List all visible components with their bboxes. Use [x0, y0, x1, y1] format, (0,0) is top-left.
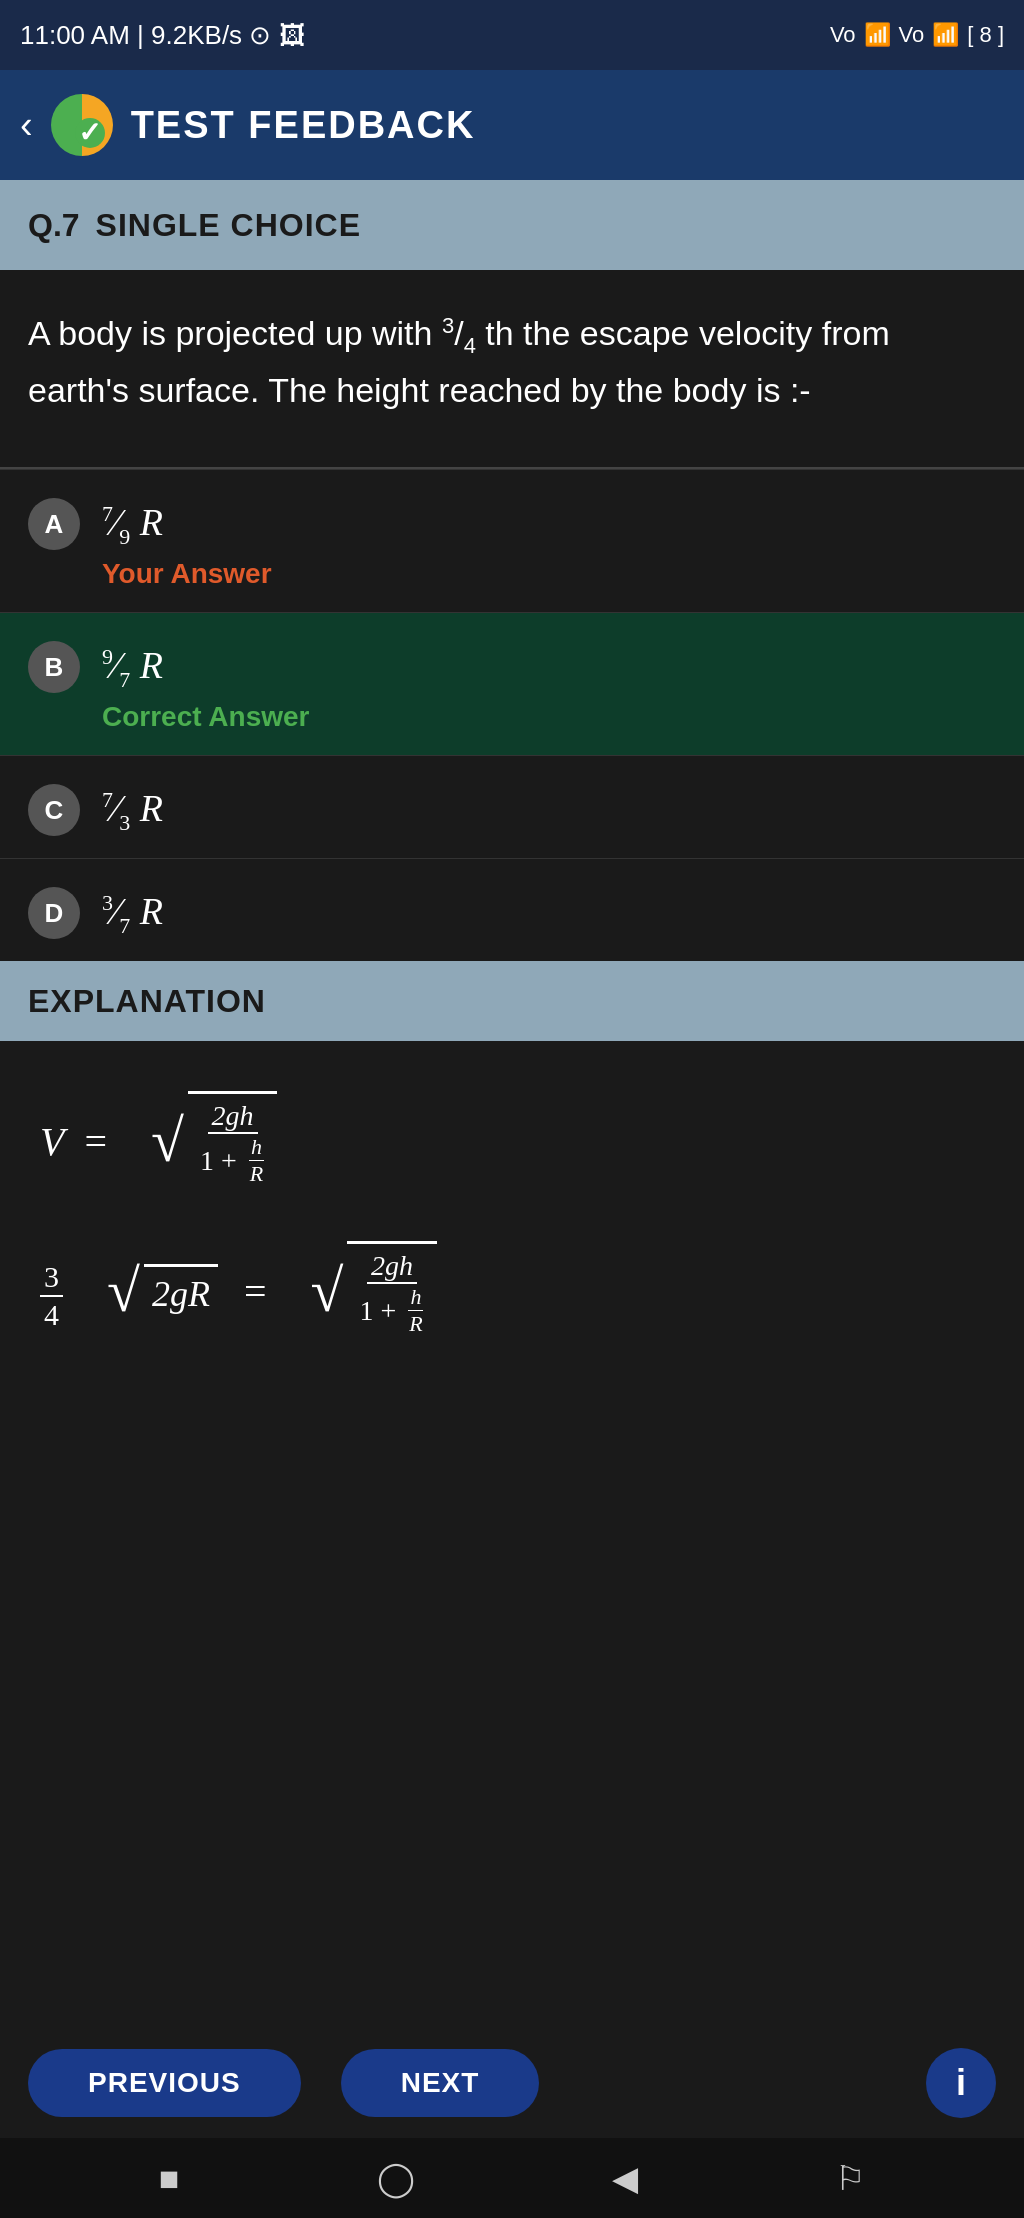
page-title: TEST FEEDBACK: [131, 104, 476, 147]
question-text: A body is projected up with 3/4 th the e…: [28, 306, 996, 417]
question-header: Q.7 SINGLE CHOICE: [0, 180, 1024, 270]
sqrt-formula-1: √ 2gh 1 + h R: [123, 1091, 277, 1191]
lte2-icon: Vo: [899, 22, 925, 48]
android-nav-bar: ■ ◯ ◀ ⚐: [0, 2138, 1024, 2218]
android-square-icon[interactable]: ■: [159, 2159, 180, 2198]
formula-v: V =: [40, 1118, 107, 1165]
back-icon[interactable]: ‹: [20, 104, 33, 147]
formula-three-fourths: 3 4: [40, 1250, 63, 1333]
android-accessibility-icon[interactable]: ⚐: [835, 2158, 865, 2198]
signal-icon: 📶: [864, 22, 891, 48]
previous-button[interactable]: PREVIOUS: [28, 2049, 301, 2117]
formula-line-2: 3 4 √ 2gR = √ 2gh 1 + h R: [40, 1241, 984, 1341]
status-icons: Vo 📶 Vo 📶 [ 8 ]: [830, 22, 1004, 48]
equals-sign: =: [234, 1268, 267, 1315]
option-a[interactable]: A 7⁄9 R Your Answer: [0, 469, 1024, 612]
option-b-text: 9⁄7 R: [102, 643, 163, 693]
info-button[interactable]: i: [926, 2048, 996, 2118]
option-a-badge: A: [28, 498, 80, 550]
explanation-body: V = √ 2gh 1 + h R 3: [0, 1041, 1024, 1641]
option-d-badge: D: [28, 887, 80, 939]
android-home-icon[interactable]: ◯: [377, 2158, 415, 2198]
option-a-text: 7⁄9 R: [102, 500, 163, 550]
your-answer-label: Your Answer: [102, 558, 996, 590]
lte-icon: Vo: [830, 22, 856, 48]
status-time-network: 11:00 AM | 9.2KB/s ⊙ 🖼: [20, 20, 305, 51]
question-number: Q.7: [28, 207, 80, 244]
android-back-icon[interactable]: ◀: [612, 2158, 638, 2198]
option-d[interactable]: D 3⁄7 R: [0, 858, 1024, 961]
explanation-title: EXPLANATION: [28, 983, 266, 1020]
options-container: A 7⁄9 R Your Answer B 9⁄7 R Correct Answ…: [0, 469, 1024, 961]
correct-answer-label: Correct Answer: [102, 701, 996, 733]
bottom-navigation: PREVIOUS NEXT i: [0, 2028, 1024, 2138]
question-type: SINGLE CHOICE: [96, 207, 361, 244]
formula-2gr-text: 2gR: [152, 1273, 210, 1315]
sqrt-2gr: √ 2gR: [79, 1264, 218, 1319]
explanation-header: EXPLANATION: [0, 961, 1024, 1041]
battery-icon: [ 8 ]: [967, 22, 1004, 48]
option-c-badge: C: [28, 784, 80, 836]
app-logo: [51, 94, 113, 156]
header: ‹ TEST FEEDBACK: [0, 70, 1024, 180]
option-c[interactable]: C 7⁄3 R: [0, 755, 1024, 858]
option-d-text: 3⁄7 R: [102, 889, 163, 939]
question-body: A body is projected up with 3/4 th the e…: [0, 270, 1024, 469]
signal2-icon: 📶: [932, 22, 959, 48]
next-button[interactable]: NEXT: [341, 2049, 540, 2117]
option-c-text: 7⁄3 R: [102, 786, 163, 836]
option-b[interactable]: B 9⁄7 R Correct Answer: [0, 612, 1024, 755]
option-b-badge: B: [28, 641, 80, 693]
status-bar: 11:00 AM | 9.2KB/s ⊙ 🖼 Vo 📶 Vo 📶 [ 8 ]: [0, 0, 1024, 70]
sqrt-formula-2: √ 2gh 1 + h R: [283, 1241, 437, 1341]
formula-line-1: V = √ 2gh 1 + h R: [40, 1091, 984, 1191]
